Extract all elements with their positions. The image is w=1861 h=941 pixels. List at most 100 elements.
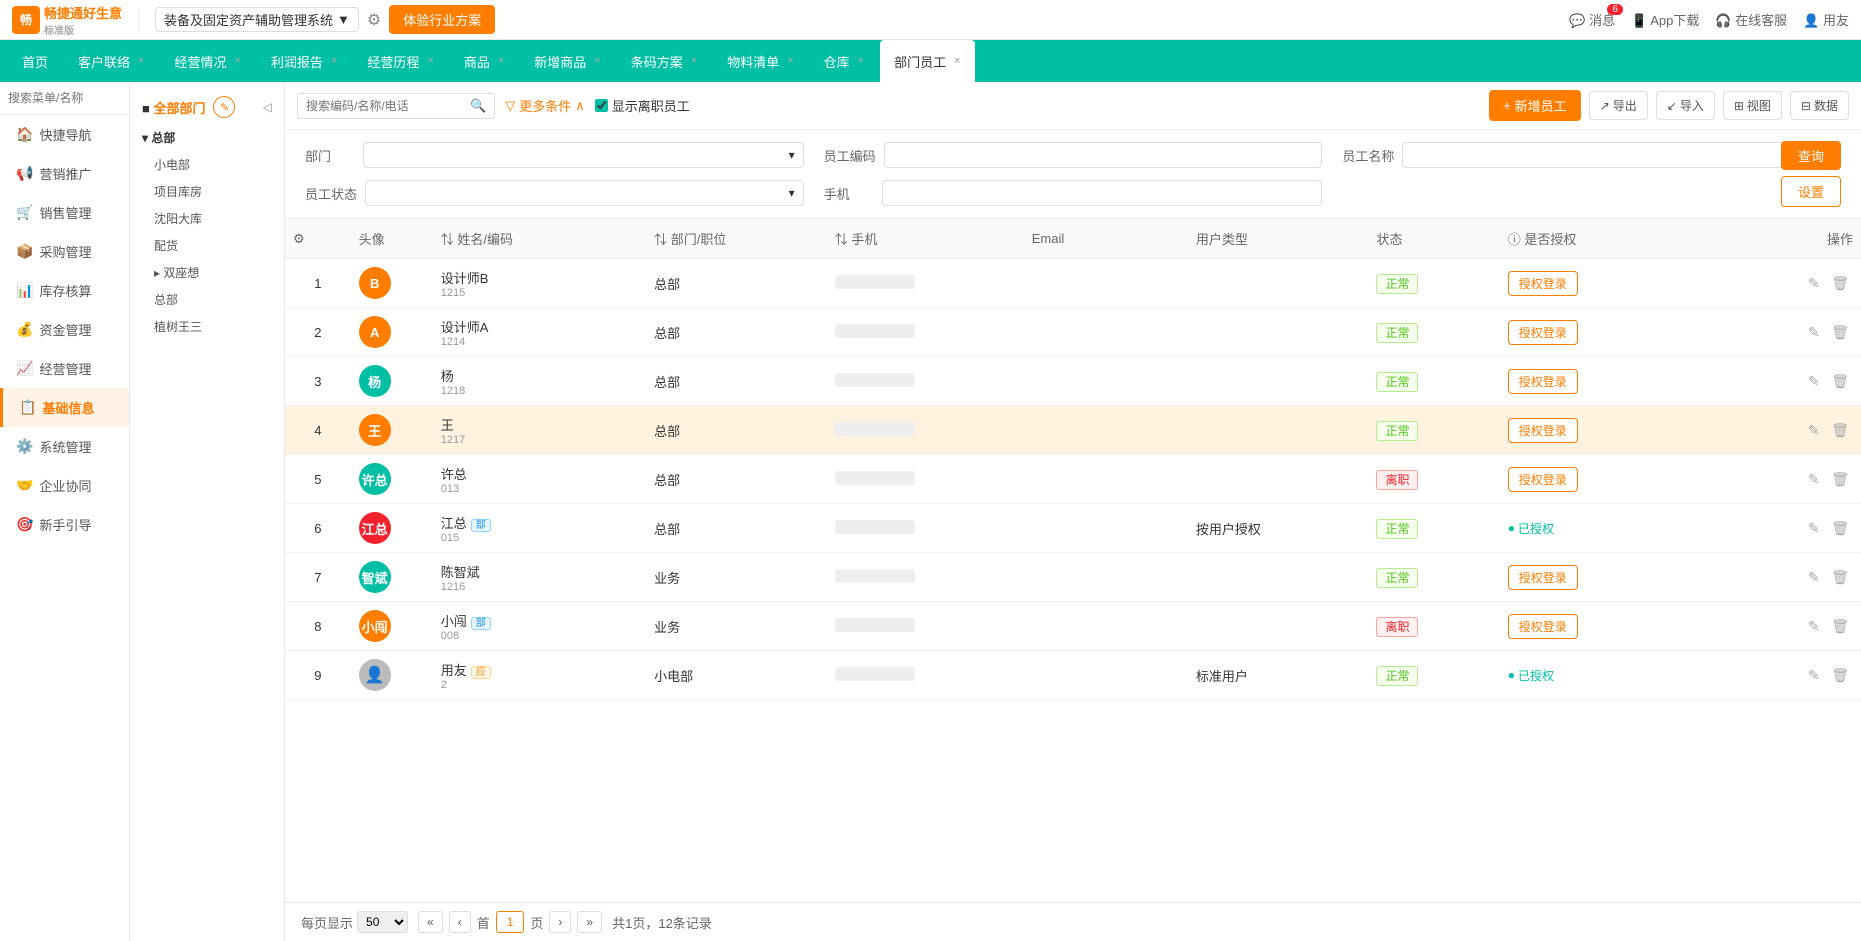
sidebar-item-quick-nav[interactable]: 🏠 快捷导航	[0, 115, 129, 154]
sidebar-item-purchase[interactable]: 📦 采购管理	[0, 232, 129, 271]
settings-icon[interactable]: ⚙	[367, 10, 381, 30]
sidebar-item-basic[interactable]: 📋 基础信息	[0, 388, 129, 427]
view-btn[interactable]: ⊞ 视图	[1723, 91, 1782, 120]
more-conditions-btn[interactable]: ▽ 更多条件 ∧	[505, 96, 585, 115]
delete-btn[interactable]: 🗑	[1827, 616, 1853, 637]
cell-phone	[827, 357, 1024, 406]
empcode-filter-input[interactable]	[884, 142, 1323, 168]
tab-barcode[interactable]: 条码方案 ×	[617, 40, 711, 82]
all-dept-label[interactable]: ■ 全部部门	[142, 98, 205, 117]
tab-bom[interactable]: 物料清单 ×	[713, 40, 807, 82]
delete-btn[interactable]: 🗑	[1827, 518, 1853, 539]
first-page-btn[interactable]: «	[418, 911, 443, 933]
cell-phone	[827, 602, 1024, 651]
sidebar-item-sales[interactable]: 🛒 销售管理	[0, 193, 129, 232]
sidebar-item-marketing[interactable]: 📢 营销推广	[0, 154, 129, 193]
show-resigned-checkbox[interactable]: 显示离职员工	[595, 96, 690, 115]
th-phone[interactable]: ⇅ 手机	[827, 219, 1024, 259]
sidebar-item-guide[interactable]: 🎯 新手引导	[0, 505, 129, 544]
current-page[interactable]: 1	[496, 911, 525, 933]
dept-node-zongbu[interactable]: ▾ 总部	[134, 124, 280, 151]
tab-history[interactable]: 经营历程 ×	[353, 40, 447, 82]
tab-warehouse[interactable]: 仓库 ×	[810, 40, 878, 82]
sidebar-item-operation[interactable]: 📈 经营管理	[0, 349, 129, 388]
system-title-select[interactable]: 装备及固定资产辅助管理系统 ▼	[155, 7, 359, 32]
edit-btn[interactable]: ✎	[1804, 567, 1824, 588]
dept-collapse-btn[interactable]: ◁	[263, 100, 272, 114]
per-page-select[interactable]: 50 20 100	[357, 911, 408, 933]
sidebar-item-system[interactable]: ⚙️ 系统管理	[0, 427, 129, 466]
edit-btn[interactable]: ✎	[1804, 273, 1824, 294]
edit-btn[interactable]: ✎	[1804, 371, 1824, 392]
tab-customer[interactable]: 客户联络 ×	[64, 40, 158, 82]
edit-btn[interactable]: ✎	[1804, 420, 1824, 441]
dept-add-btn[interactable]: ✎	[213, 96, 235, 118]
tab-profit[interactable]: 利润报告 ×	[257, 40, 351, 82]
cell-user-type	[1188, 553, 1369, 602]
dept-node-xiangmukufang[interactable]: 项目库房	[134, 178, 280, 205]
delete-btn[interactable]: 🗑	[1827, 567, 1853, 588]
auth-btn[interactable]: 授权登录	[1508, 271, 1578, 296]
auth-btn[interactable]: 授权登录	[1508, 614, 1578, 639]
auth-btn[interactable]: 授权登录	[1508, 320, 1578, 345]
edit-btn[interactable]: ✎	[1804, 518, 1824, 539]
dept-node-shenyang[interactable]: 沈阳大库	[134, 205, 280, 232]
dept-node-zhishu[interactable]: 植树王三	[134, 313, 280, 340]
search-input[interactable]	[306, 99, 466, 113]
dept-node-shuangzuoxiang[interactable]: ▸ 双座想	[134, 259, 280, 286]
sidebar-item-enterprise[interactable]: 🤝 企业协同	[0, 466, 129, 505]
sidebar-search[interactable]: 🔍	[0, 82, 129, 115]
status-badge: 正常	[1376, 323, 1418, 343]
edit-btn[interactable]: ✎	[1804, 665, 1824, 686]
dept-node-xiaodianbu[interactable]: 小电部	[134, 151, 280, 178]
edit-btn[interactable]: ✎	[1804, 469, 1824, 490]
edit-btn[interactable]: ✎	[1804, 322, 1824, 343]
delete-btn[interactable]: 🗑	[1827, 665, 1853, 686]
online-service[interactable]: 🎧 在线客服	[1715, 10, 1787, 29]
next-page-btn[interactable]: ›	[549, 911, 571, 933]
phone-filter-input[interactable]	[882, 180, 1323, 206]
delete-btn[interactable]: 🗑	[1827, 322, 1853, 343]
user-menu[interactable]: 👤 用友	[1803, 10, 1849, 29]
delete-btn[interactable]: 🗑	[1827, 273, 1853, 294]
app-download[interactable]: 📱 App下载	[1631, 10, 1699, 29]
last-page-btn[interactable]: »	[577, 911, 602, 933]
per-page-label: 每页显示 50 20 100	[301, 911, 408, 933]
th-dept[interactable]: ⇅ 部门/职位	[646, 219, 827, 259]
trial-btn[interactable]: 体验行业方案	[389, 5, 495, 34]
avatar: 王	[359, 414, 391, 446]
delete-btn[interactable]: 🗑	[1827, 420, 1853, 441]
tab-goods[interactable]: 商品 ×	[450, 40, 518, 82]
sidebar-item-inventory[interactable]: 📊 库存核算	[0, 271, 129, 310]
tab-home[interactable]: 首页	[8, 40, 62, 82]
tab-add-goods[interactable]: 新增商品 ×	[520, 40, 614, 82]
th-setting[interactable]: ⚙	[285, 219, 351, 259]
add-employee-btn[interactable]: + 新增员工	[1489, 90, 1581, 121]
delete-btn[interactable]: 🗑	[1827, 469, 1853, 490]
edit-btn[interactable]: ✎	[1804, 616, 1824, 637]
sidebar-search-input[interactable]	[8, 91, 130, 105]
top-bar: 畅 畅捷通好生意 标准版 装备及固定资产辅助管理系统 ▼ ⚙ 体验行业方案 💬 …	[0, 0, 1861, 40]
import-btn[interactable]: ↙ 导入	[1656, 91, 1715, 120]
reset-btn[interactable]: 设置	[1781, 176, 1841, 207]
dept-filter-select[interactable]: ▾	[363, 142, 804, 168]
search-input-wrap[interactable]: 🔍	[297, 93, 495, 119]
dept-node-zongbu2[interactable]: 总部	[134, 286, 280, 313]
auth-btn[interactable]: 授权登录	[1508, 418, 1578, 443]
empstatus-filter-select[interactable]: ▾	[365, 180, 804, 206]
message-icon[interactable]: 💬 消息 6	[1569, 10, 1615, 29]
dept-node-peihuo[interactable]: 配货	[134, 232, 280, 259]
auth-btn[interactable]: 授权登录	[1508, 565, 1578, 590]
export-btn[interactable]: ↗ 导出	[1589, 91, 1648, 120]
data-btn[interactable]: ⊟ 数据	[1790, 91, 1849, 120]
th-name[interactable]: ⇅ 姓名/编码	[433, 219, 646, 259]
tab-operation[interactable]: 经营情况 ×	[160, 40, 254, 82]
query-btn[interactable]: 查询	[1781, 141, 1841, 170]
auth-btn[interactable]: 授权登录	[1508, 369, 1578, 394]
delete-btn[interactable]: 🗑	[1827, 371, 1853, 392]
auth-btn[interactable]: 授权登录	[1508, 467, 1578, 492]
tab-employees[interactable]: 部门员工 ×	[880, 40, 974, 82]
sidebar-item-finance[interactable]: 💰 资金管理	[0, 310, 129, 349]
empname-filter-input[interactable]	[1402, 142, 1841, 168]
prev-page-btn[interactable]: ‹	[449, 911, 471, 933]
